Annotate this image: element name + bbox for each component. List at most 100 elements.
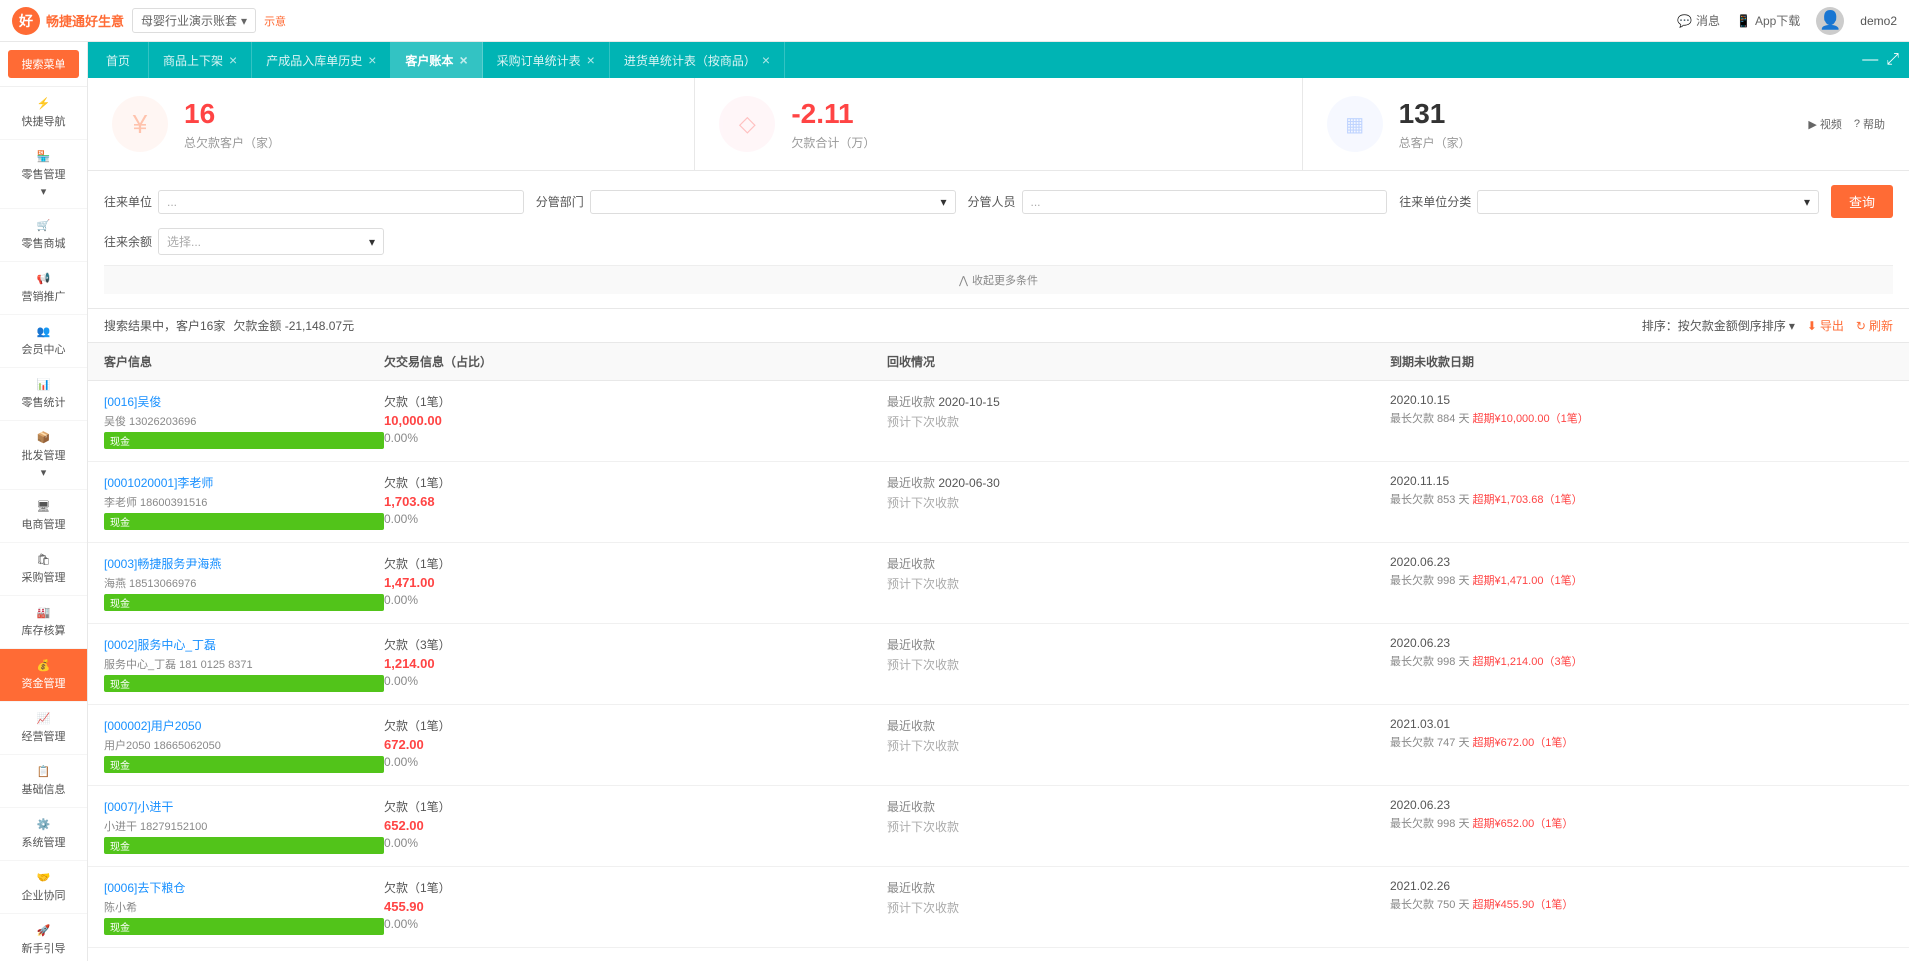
tab-purchase-order[interactable]: 采购订单统计表 × <box>483 42 610 78</box>
sidebar-item-wholesale[interactable]: 📦 批发管理 ▾ <box>0 421 87 490</box>
sidebar-item-basic-info[interactable]: 📋 基础信息 <box>0 755 87 808</box>
customer-name-1[interactable]: [0001020001]李老师 <box>104 474 384 491</box>
recovery-info-2: 最近收款 预计下次收款 <box>887 555 1390 611</box>
overdue-link-5[interactable]: 超期¥652.00（1笔） <box>1473 818 1574 830</box>
promotion-link[interactable]: 示意 <box>264 13 286 29</box>
sidebar-item-finance[interactable]: 💰 资金管理 <box>0 649 87 702</box>
quick-nav-label: 快捷导航 <box>22 113 66 129</box>
tab-production-label: 产成品入库单历史 <box>266 52 362 69</box>
customer-info-5: [0007]小进干 小进干 18279152100 现金 <box>104 798 384 854</box>
refresh-button[interactable]: ↻ 刷新 <box>1856 317 1893 334</box>
sidebar-item-quick-nav[interactable]: ⚡ 快捷导航 <box>0 87 87 140</box>
customer-phone-4: 用户2050 18665062050 <box>104 737 384 753</box>
overdue-link-1[interactable]: 超期¥1,703.68（1笔） <box>1473 494 1583 506</box>
tab-production-close[interactable]: × <box>368 52 376 68</box>
person-input-wrap[interactable]: ... <box>1022 190 1388 214</box>
customer-name-5[interactable]: [0007]小进干 <box>104 798 384 815</box>
unit-class-label: 往来单位分类 <box>1399 193 1471 210</box>
top-bar-right: 💬 消息 📱 App下载 👤 demo2 <box>1677 7 1897 35</box>
video-icon: ▶ <box>1808 118 1816 131</box>
from-unit-input-wrap[interactable]: ... <box>158 190 524 214</box>
sidebar-item-enterprise[interactable]: 🤝 企业协同 <box>0 861 87 914</box>
video-label: 视频 <box>1820 116 1842 132</box>
customer-phone-0: 吴俊 13026203696 <box>104 413 384 429</box>
customer-info-3: [0002]服务中心_丁磊 服务中心_丁磊 181 0125 8371 现金 <box>104 636 384 692</box>
sidebar-item-retail[interactable]: 🏪 零售管理 ▾ <box>0 140 87 209</box>
debt-amount-6[interactable]: 455.90 <box>384 899 887 914</box>
sidebar-item-operations[interactable]: 📈 经营管理 <box>0 702 87 755</box>
sidebar-item-inventory[interactable]: 🏭 库存核算 <box>0 596 87 649</box>
avatar[interactable]: 👤 <box>1816 7 1844 35</box>
overdue-link-2[interactable]: 超期¥1,471.00（1笔） <box>1473 575 1583 587</box>
filter-collapse-button[interactable]: ⋀ 收起更多条件 <box>104 265 1893 294</box>
customer-name-6[interactable]: [0006]去下粮仓 <box>104 879 384 896</box>
sidebar-item-retail-mall[interactable]: 🛒 零售商城 <box>0 209 87 262</box>
customer-info-1: [0001020001]李老师 李老师 18600391516 现金 <box>104 474 384 530</box>
store-name: 母婴行业演示账套 <box>141 12 237 29</box>
debt-amount-5[interactable]: 652.00 <box>384 818 887 833</box>
tab-production[interactable]: 产成品入库单历史 × <box>252 42 391 78</box>
sidebar-item-marketing[interactable]: 📢 营销推广 <box>0 262 87 315</box>
debt-percent-2: 0.00% <box>384 593 887 607</box>
from-unit-label: 往来单位 <box>104 193 152 210</box>
debt-amount-0[interactable]: 10,000.00 <box>384 413 887 428</box>
overdue-link-4[interactable]: 超期¥672.00（1笔） <box>1473 737 1574 749</box>
tab-stock-stats-close[interactable]: × <box>762 52 770 68</box>
debt-amount-1[interactable]: 1,703.68 <box>384 494 887 509</box>
message-button[interactable]: 💬 消息 <box>1677 12 1720 29</box>
tab-customer-account-close[interactable]: × <box>459 52 467 68</box>
system-icon: ⚙️ <box>37 818 51 831</box>
tab-products-close[interactable]: × <box>229 52 237 68</box>
last-payment-label-5: 最近收款 <box>887 798 1390 815</box>
tab-products[interactable]: 商品上下架 × <box>149 42 252 78</box>
overdue-date-2: 2020.06.23 <box>1390 555 1893 569</box>
overdue-link-6[interactable]: 超期¥455.90（1笔） <box>1473 899 1574 911</box>
unit-class-select-wrap[interactable]: ▾ <box>1477 190 1819 214</box>
sidebar-item-system[interactable]: ⚙️ 系统管理 <box>0 808 87 861</box>
store-selector[interactable]: 母婴行业演示账套 ▾ <box>132 8 256 33</box>
table-row: [000001]黄思源 黄思源 13552700226 现金 欠款（1笔） 42… <box>88 948 1909 961</box>
operations-icon: 📈 <box>37 712 51 725</box>
tab-stock-stats[interactable]: 进货单统计表（按商品） × <box>610 42 785 78</box>
app-download-button[interactable]: 📱 App下载 <box>1736 12 1800 29</box>
table-row: [0002]服务中心_丁磊 服务中心_丁磊 181 0125 8371 现金 欠… <box>88 624 1909 705</box>
search-menu-button[interactable]: 搜索菜单 <box>8 50 79 78</box>
sidebar-item-purchase[interactable]: 🛍 采购管理 <box>0 543 87 596</box>
help-button[interactable]: ? 帮助 <box>1854 116 1885 132</box>
result-bar-right: 排序：按欠款金额倒序排序 ▾ ⬇ 导出 ↻ 刷新 <box>1642 317 1893 334</box>
tab-minimize-icon[interactable]: — <box>1862 51 1878 69</box>
customer-phone-1: 李老师 18600391516 <box>104 494 384 510</box>
sidebar-item-ecommerce[interactable]: 🖥 电商管理 <box>0 490 87 543</box>
debt-amount-3[interactable]: 1,214.00 <box>384 656 887 671</box>
sidebar-members-label: 会员中心 <box>22 341 66 357</box>
customer-name-2[interactable]: [0003]畅捷服务尹海燕 <box>104 555 384 572</box>
video-help-button[interactable]: ▶ 视频 <box>1808 116 1841 132</box>
sidebar-item-members[interactable]: 👥 会员中心 <box>0 315 87 368</box>
customer-name-0[interactable]: [0016]吴俊 <box>104 393 384 410</box>
tab-home-label: 首页 <box>106 52 130 69</box>
tab-expand-icon[interactable]: ⤢ <box>1886 51 1899 69</box>
wholesale-icon: 📦 <box>37 431 51 444</box>
tab-purchase-order-close[interactable]: × <box>587 52 595 68</box>
export-button[interactable]: ⬇ 导出 <box>1807 317 1844 334</box>
customer-name-3[interactable]: [0002]服务中心_丁磊 <box>104 636 384 653</box>
table-row: [0007]小进干 小进干 18279152100 现金 欠款（1笔） 652.… <box>88 786 1909 867</box>
header-debt-info: 欠交易信息（占比） <box>384 353 887 370</box>
query-button[interactable]: 查询 <box>1831 185 1893 218</box>
sidebar-item-guide[interactable]: 🚀 新手引导 <box>0 914 87 961</box>
debt-amount-2[interactable]: 1,471.00 <box>384 575 887 590</box>
sort-button[interactable]: 排序：按欠款金额倒序排序 ▾ <box>1642 317 1795 334</box>
overdue-link-3[interactable]: 超期¥1,214.00（3笔） <box>1473 656 1583 668</box>
export-icon: ⬇ <box>1807 319 1817 333</box>
debt-amount-4[interactable]: 672.00 <box>384 737 887 752</box>
tab-home[interactable]: 首页 <box>88 42 149 78</box>
sidebar-item-retail-stats[interactable]: 📊 零售统计 <box>0 368 87 421</box>
balance-select-wrap[interactable]: 选择... ▾ <box>158 228 384 255</box>
overdue-link-0[interactable]: 超期¥10,000.00（1笔） <box>1473 413 1589 425</box>
stat-card-debtors: ¥ 16 总欠款客户（家） <box>88 78 695 170</box>
customer-name-4[interactable]: [000002]用户2050 <box>104 717 384 734</box>
stat-card-total-customers: ▦ 131 总客户（家） ▶ 视频 ? 帮助 <box>1303 78 1909 170</box>
debt-info-3: 欠款（3笔） 1,214.00 0.00% <box>384 636 887 692</box>
tab-customer-account[interactable]: 客户账本 × <box>391 42 482 78</box>
dept-select-wrap[interactable]: ▾ <box>590 190 956 214</box>
